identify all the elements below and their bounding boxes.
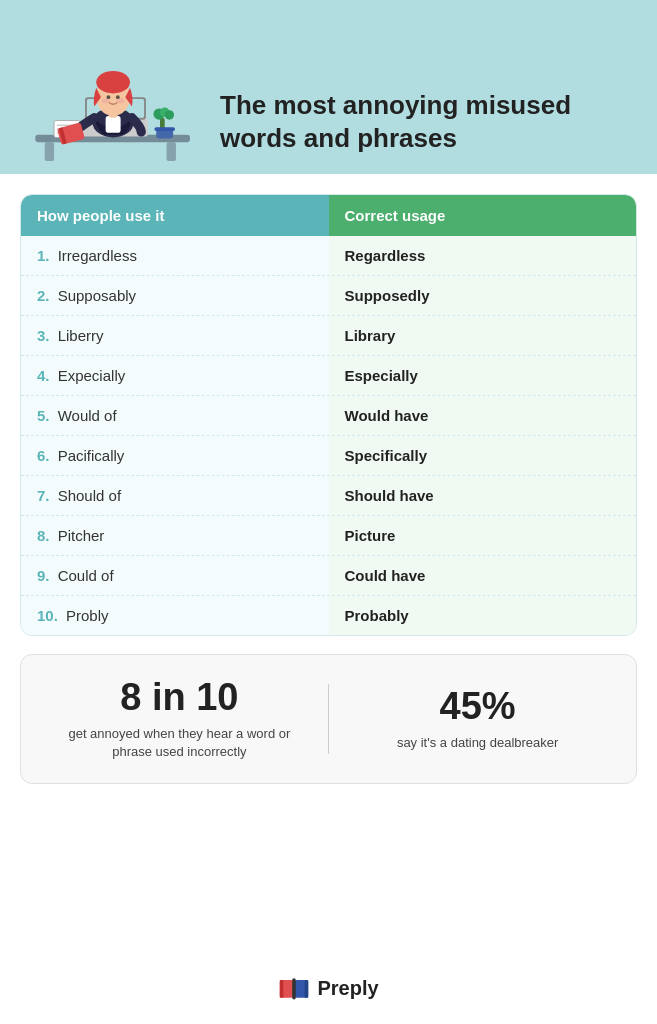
row-number: 1. <box>37 247 50 264</box>
table-cell-correct: Picture <box>329 516 637 555</box>
table-cell-correct: Probably <box>329 596 637 635</box>
table-cell-wrong: 7. Should of <box>21 476 329 515</box>
table-cell-correct: Could have <box>329 556 637 595</box>
svg-point-18 <box>102 99 110 104</box>
row-number: 10. <box>37 607 58 624</box>
footer: Preply <box>0 956 657 1024</box>
stat-right-number: 45% <box>440 686 516 728</box>
svg-rect-1 <box>45 142 54 161</box>
table-cell-correct: Would have <box>329 396 637 435</box>
stat-left: 8 in 10 get annoyed when they hear a wor… <box>31 677 328 761</box>
table-cell-wrong: 10. Probly <box>21 596 329 635</box>
svg-rect-29 <box>280 980 284 998</box>
table-row: 8. PitcherPicture <box>21 515 636 555</box>
person-illustration <box>30 24 200 174</box>
table-cell-correct: Regardless <box>329 236 637 275</box>
row-number: 4. <box>37 367 50 384</box>
preply-logo: Preply <box>278 974 378 1002</box>
svg-rect-11 <box>106 116 121 133</box>
header-illustration <box>30 24 210 174</box>
table-row: 6. PacificallySpecifically <box>21 435 636 475</box>
main-content: How people use it Correct usage 1. Irreg… <box>0 174 657 956</box>
stat-right: 45% say it's a dating dealbreaker <box>329 686 626 752</box>
table-cell-correct: Supposedly <box>329 276 637 315</box>
table-row: 3. LiberryLibrary <box>21 315 636 355</box>
preply-icon <box>278 974 310 1002</box>
row-number: 8. <box>37 527 50 544</box>
row-number: 2. <box>37 287 50 304</box>
table-row: 1. IrregardlessRegardless <box>21 236 636 275</box>
table-row: 5. Would ofWould have <box>21 395 636 435</box>
svg-point-19 <box>117 99 125 104</box>
row-number: 6. <box>37 447 50 464</box>
table-row: 9. Could ofCould have <box>21 555 636 595</box>
svg-point-15 <box>96 71 130 94</box>
table-cell-correct: Especially <box>329 356 637 395</box>
table-cell-wrong: 5. Would of <box>21 396 329 435</box>
misused-words-table: How people use it Correct usage 1. Irreg… <box>20 194 637 636</box>
svg-rect-32 <box>293 978 297 999</box>
table-header-row: How people use it Correct usage <box>21 195 636 236</box>
row-number: 9. <box>37 567 50 584</box>
stat-right-desc: say it's a dating dealbreaker <box>397 734 558 752</box>
brand-name: Preply <box>317 977 378 1000</box>
col-right-header: Correct usage <box>329 195 637 236</box>
row-number: 3. <box>37 327 50 344</box>
table-cell-wrong: 6. Pacifically <box>21 436 329 475</box>
svg-point-25 <box>165 110 174 119</box>
table-cell-wrong: 8. Pitcher <box>21 516 329 555</box>
table-cell-wrong: 2. Supposably <box>21 276 329 315</box>
row-number: 5. <box>37 407 50 424</box>
table-cell-wrong: 4. Expecially <box>21 356 329 395</box>
table-row: 10. ProblyProbably <box>21 595 636 635</box>
svg-point-16 <box>107 95 111 99</box>
table-cell-correct: Specifically <box>329 436 637 475</box>
svg-rect-31 <box>305 980 309 998</box>
row-number: 7. <box>37 487 50 504</box>
table-row: 4. ExpeciallyEspecially <box>21 355 636 395</box>
table-cell-correct: Library <box>329 316 637 355</box>
table-cell-wrong: 3. Liberry <box>21 316 329 355</box>
svg-rect-27 <box>154 127 175 131</box>
stat-left-desc: get annoyed when they hear a word or phr… <box>47 725 312 761</box>
page-title: The most annoying misused words and phra… <box>220 89 627 154</box>
svg-rect-2 <box>167 142 176 161</box>
table-cell-wrong: 9. Could of <box>21 556 329 595</box>
header-title-area: The most annoying misused words and phra… <box>210 89 627 174</box>
table-body: 1. IrregardlessRegardless2. SupposablySu… <box>21 236 636 635</box>
svg-point-17 <box>116 95 120 99</box>
table-cell-wrong: 1. Irregardless <box>21 236 329 275</box>
stat-left-number: 8 in 10 <box>120 677 238 719</box>
col-left-header: How people use it <box>21 195 329 236</box>
table-cell-correct: Should have <box>329 476 637 515</box>
table-row: 7. Should ofShould have <box>21 475 636 515</box>
stats-card: 8 in 10 get annoyed when they hear a wor… <box>20 654 637 784</box>
table-row: 2. SupposablySupposedly <box>21 275 636 315</box>
header-section: The most annoying misused words and phra… <box>0 0 657 174</box>
